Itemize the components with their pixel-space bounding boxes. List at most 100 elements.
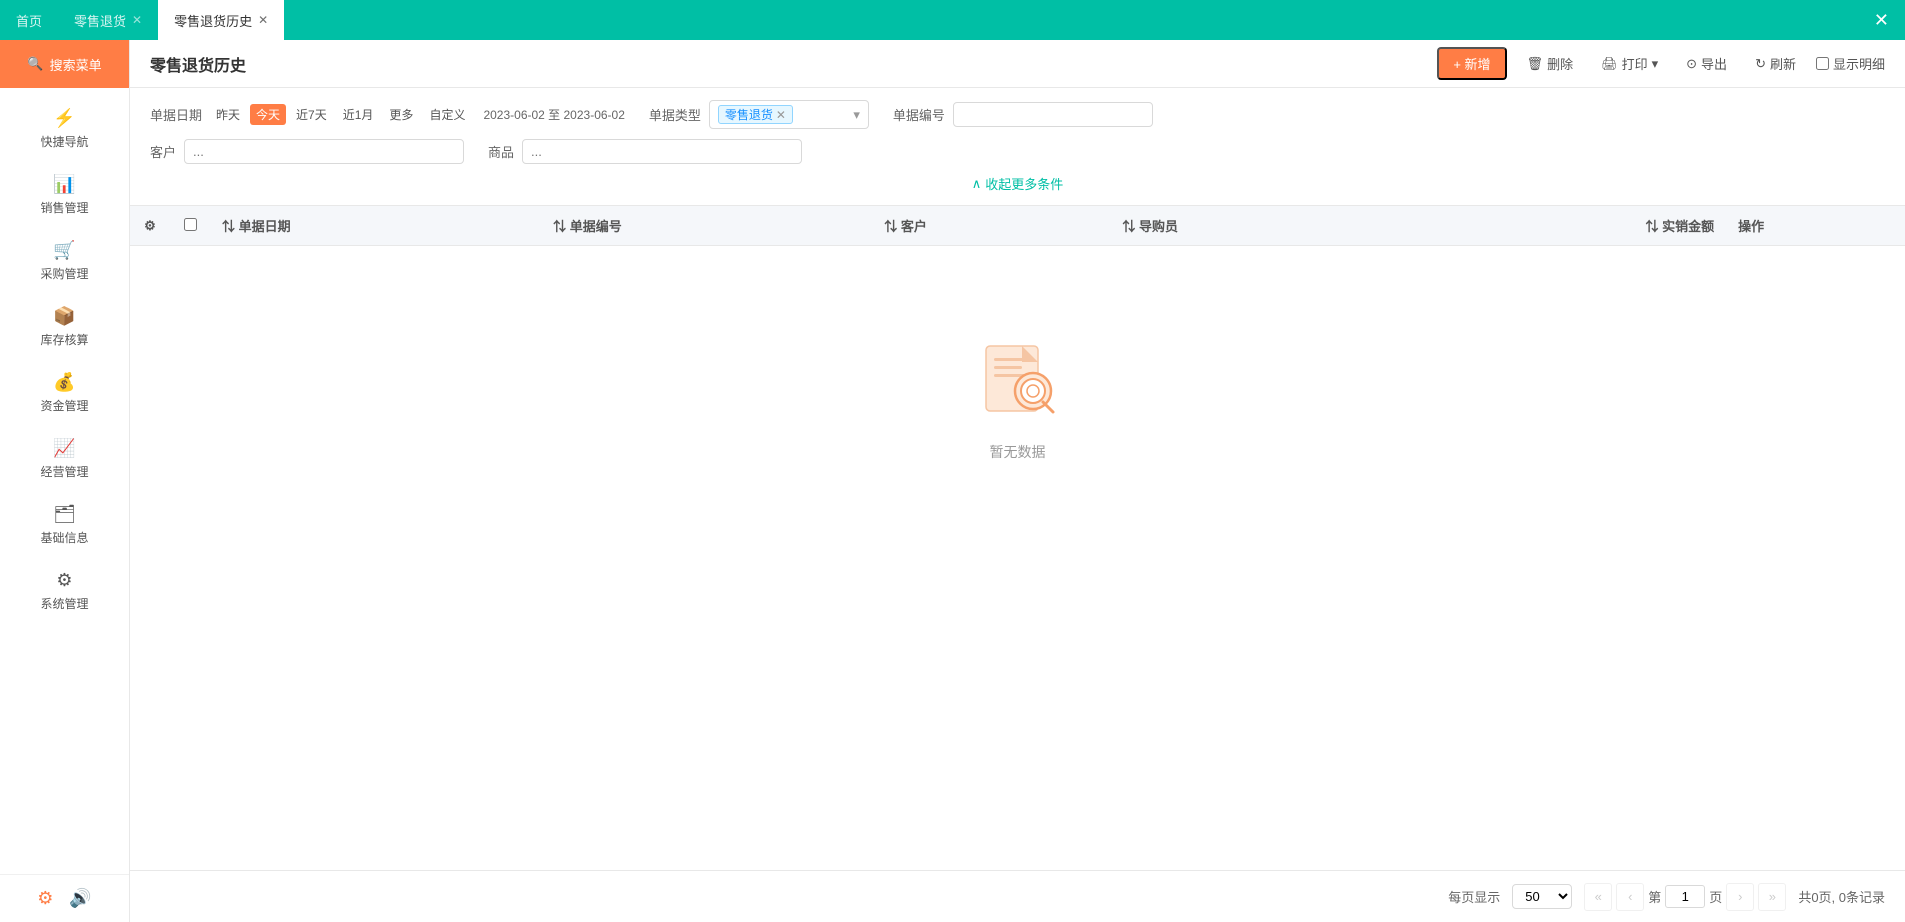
- main-layout: 🔍 搜索菜单 ⚡ 快捷导航 📊 销售管理 🛒 采购管理 📦 库存核算 💰: [0, 40, 1905, 922]
- col-number-label: ⇅ 单据编号: [553, 219, 622, 234]
- system-icon: ⚙: [56, 570, 72, 591]
- per-page-select[interactable]: 20 50 100: [1512, 884, 1572, 909]
- last-page-button[interactable]: »: [1758, 883, 1786, 911]
- col-salesperson-label: ⇅ 导购员: [1122, 219, 1178, 234]
- date-1month[interactable]: 近1月: [337, 104, 380, 125]
- first-page-button[interactable]: «: [1584, 883, 1612, 911]
- sidebar-item-inventory[interactable]: 📦 库存核算: [0, 294, 129, 360]
- new-button[interactable]: + 新增: [1437, 47, 1506, 80]
- sidebar-item-finance-label: 资金管理: [40, 397, 88, 414]
- export-button[interactable]: ⊙ 导出: [1678, 50, 1735, 77]
- data-table: ⚙ ⇅ 单据日期 ⇅ 单据编号 ⇅ 客户: [130, 206, 1905, 542]
- col-settings: ⚙: [130, 206, 170, 246]
- col-customer: ⇅ 客户: [872, 206, 1110, 246]
- page-header: 零售退货历史 + 新增 🗑 删除 🖨 打印 ▾ ⊙ 导出 ↻: [130, 40, 1905, 88]
- bill-type-label: 单据类型: [649, 105, 701, 124]
- tab-retail-return-history-label: 零售退货历史: [174, 11, 252, 30]
- page-nav: « ‹ 第 1 页 › »: [1584, 883, 1786, 911]
- tab-retail-return-label: 零售退货: [74, 11, 126, 30]
- col-number: ⇅ 单据编号: [541, 206, 872, 246]
- sidebar-search[interactable]: 🔍 搜索菜单: [0, 40, 129, 88]
- filter-area: 单据日期 昨天 今天 近7天 近1月 更多 自定义 2023-06-02 至 2…: [130, 88, 1905, 206]
- tab-home[interactable]: 首页: [0, 0, 58, 40]
- next-page-button[interactable]: ›: [1726, 883, 1754, 911]
- window-close-button[interactable]: ✕: [1874, 10, 1889, 31]
- delete-button[interactable]: 🗑 删除: [1519, 50, 1582, 77]
- content-area: 零售退货历史 + 新增 🗑 删除 🖨 打印 ▾ ⊙ 导出 ↻: [130, 40, 1905, 922]
- sidebar-footer: ⚙ 🔊: [0, 874, 129, 922]
- basic-info-icon: 🗂: [53, 504, 76, 525]
- page-number-input[interactable]: 1: [1665, 885, 1705, 908]
- col-amount: ⇅ 实销金额: [1395, 206, 1726, 246]
- filter-collapse: ∧ 收起更多条件: [150, 174, 1885, 193]
- sidebar-search-label: 搜索菜单: [50, 55, 102, 74]
- date-filter: 单据日期 昨天 今天 近7天 近1月 更多 自定义 2023-06-02 至 2…: [150, 104, 625, 125]
- delete-icon: 🗑: [1527, 56, 1544, 72]
- sidebar-nav: ⚡ 快捷导航 📊 销售管理 🛒 采购管理 📦 库存核算 💰 资金管理 📈: [0, 88, 129, 874]
- prev-page-button[interactable]: ‹: [1616, 883, 1644, 911]
- col-date: ⇅ 单据日期: [210, 206, 541, 246]
- bill-type-chevron-icon: ▾: [853, 107, 860, 123]
- date-today[interactable]: 今天: [250, 104, 286, 125]
- sidebar: 🔍 搜索菜单 ⚡ 快捷导航 📊 销售管理 🛒 采购管理 📦 库存核算 💰: [0, 40, 130, 922]
- sidebar-volume-button[interactable]: 🔊: [69, 888, 91, 909]
- goods-input[interactable]: [522, 139, 802, 164]
- refresh-button[interactable]: ↻ 刷新: [1747, 50, 1804, 77]
- date-yesterday[interactable]: 昨天: [210, 104, 246, 125]
- bill-type-select[interactable]: 零售退货 ✕ ▾: [709, 100, 869, 129]
- column-settings-icon[interactable]: ⚙: [144, 218, 156, 233]
- collapse-icon: ∧: [972, 176, 982, 192]
- empty-icon: [968, 326, 1068, 426]
- page-summary: 共0页, 0条记录: [1798, 887, 1885, 906]
- date-more[interactable]: 更多: [383, 104, 419, 125]
- empty-state: 暂无数据: [130, 246, 1905, 542]
- select-all-checkbox[interactable]: [184, 218, 197, 231]
- col-date-label: ⇅ 单据日期: [222, 219, 291, 234]
- quicknav-icon: ⚡: [53, 108, 75, 129]
- date-filter-label: 单据日期: [150, 105, 202, 124]
- export-icon: ⊙: [1686, 56, 1697, 72]
- date-custom[interactable]: 自定义: [423, 104, 471, 125]
- sidebar-item-system-label: 系统管理: [40, 595, 88, 612]
- sidebar-item-quicknav-label: 快捷导航: [40, 133, 88, 150]
- inventory-icon: 📦: [53, 306, 75, 327]
- per-page-label: 每页显示: [1448, 887, 1500, 906]
- sidebar-item-operations-label: 经营管理: [40, 463, 88, 480]
- page-actions: + 新增 🗑 删除 🖨 打印 ▾ ⊙ 导出 ↻ 刷新: [1437, 47, 1885, 80]
- tab-retail-return-close[interactable]: ✕: [132, 13, 142, 27]
- bill-number-input[interactable]: [953, 102, 1153, 127]
- date-7days[interactable]: 近7天: [290, 104, 333, 125]
- print-label: 打印: [1622, 54, 1648, 73]
- top-bar-right: ✕: [1874, 10, 1905, 31]
- sidebar-item-quicknav[interactable]: ⚡ 快捷导航: [0, 96, 129, 162]
- show-detail-label: 显示明细: [1833, 54, 1885, 73]
- tab-retail-return[interactable]: 零售退货 ✕: [58, 0, 158, 40]
- sidebar-item-basic-info-label: 基础信息: [40, 529, 88, 546]
- sidebar-item-sales[interactable]: 📊 销售管理: [0, 162, 129, 228]
- customer-input[interactable]: [184, 139, 464, 164]
- goods-label: 商品: [488, 142, 514, 161]
- filter-row-1: 单据日期 昨天 今天 近7天 近1月 更多 自定义 2023-06-02 至 2…: [150, 100, 1885, 129]
- tab-retail-return-history-close[interactable]: ✕: [258, 13, 268, 27]
- refresh-label: 刷新: [1770, 54, 1796, 73]
- bill-type-filter: 单据类型 零售退货 ✕ ▾: [649, 100, 869, 129]
- col-salesperson: ⇅ 导购员: [1110, 206, 1395, 246]
- sidebar-settings-button[interactable]: ⚙: [37, 888, 53, 909]
- sidebar-item-system[interactable]: ⚙ 系统管理: [0, 558, 129, 624]
- empty-illustration: [968, 326, 1068, 426]
- sidebar-item-finance[interactable]: 💰 资金管理: [0, 360, 129, 426]
- sidebar-item-operations[interactable]: 📈 经营管理: [0, 426, 129, 492]
- filter-row-2: 客户 商品: [150, 139, 1885, 164]
- bill-type-tag-remove[interactable]: ✕: [776, 108, 786, 122]
- export-label: 导出: [1701, 54, 1727, 73]
- sidebar-item-basic-info[interactable]: 🗂 基础信息: [0, 492, 129, 558]
- show-detail-checkbox[interactable]: [1816, 57, 1829, 70]
- collapse-button[interactable]: ∧ 收起更多条件: [972, 174, 1064, 193]
- print-button[interactable]: 🖨 打印 ▾: [1593, 50, 1666, 77]
- sidebar-item-purchase[interactable]: 🛒 采购管理: [0, 228, 129, 294]
- table-body: 暂无数据: [130, 246, 1905, 543]
- show-detail-toggle[interactable]: 显示明细: [1816, 54, 1885, 73]
- collapse-label: 收起更多条件: [985, 174, 1063, 193]
- tab-retail-return-history[interactable]: 零售退货历史 ✕: [158, 0, 284, 40]
- print-icon: 🖨: [1601, 56, 1618, 72]
